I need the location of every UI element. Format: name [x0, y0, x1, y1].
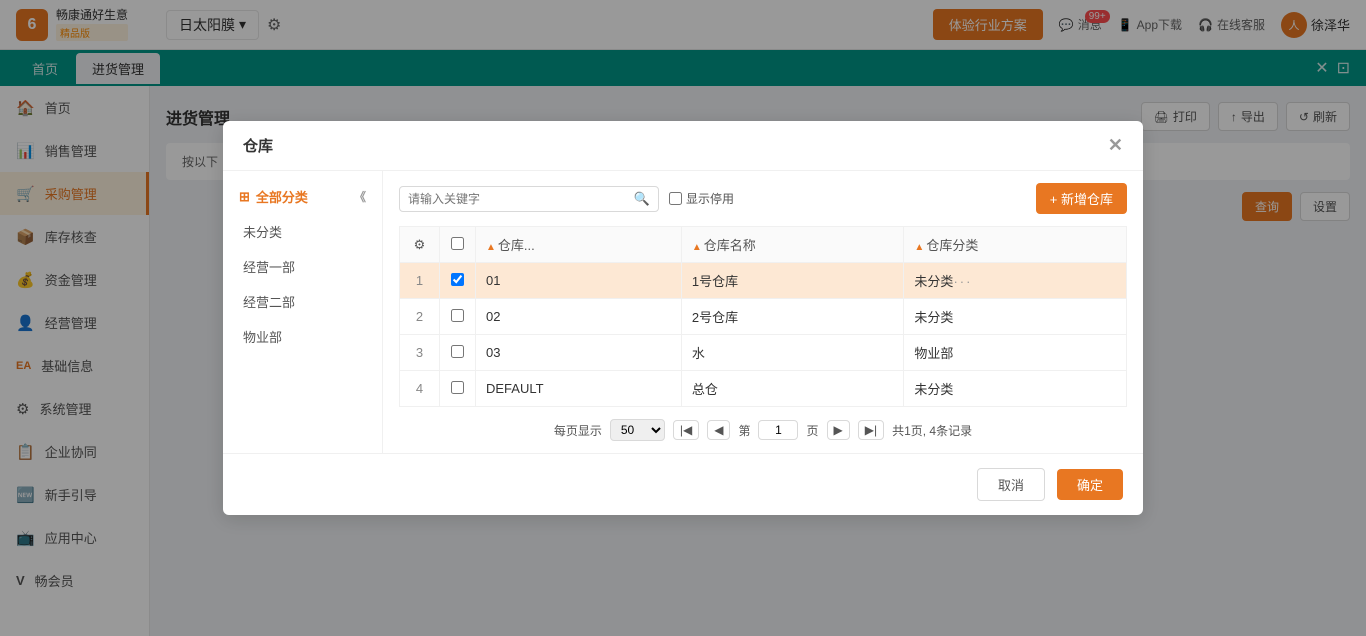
- page-label: 第: [738, 422, 750, 439]
- row-code: 03: [476, 335, 682, 371]
- cancel-button[interactable]: 取消: [977, 468, 1045, 501]
- cat-item-unclassified[interactable]: 未分类: [223, 214, 382, 249]
- modal-title: 仓库: [243, 135, 273, 156]
- th-code: ▲仓库...: [476, 227, 682, 263]
- row-checkbox-cell: [440, 335, 476, 371]
- search-input[interactable]: [408, 192, 634, 206]
- cat-item-dept2[interactable]: 经营二部: [223, 284, 382, 319]
- row-num: 1: [400, 263, 440, 299]
- modal-body: ⊞ 全部分类 《 未分类 经营一部 经营二部 物业部 🔍: [223, 171, 1143, 453]
- row-name: 2号仓库: [681, 299, 904, 335]
- search-input-wrap: 🔍: [399, 186, 659, 212]
- row-code: 02: [476, 299, 682, 335]
- table-row[interactable]: 3 03 水 物业部: [400, 335, 1127, 371]
- add-warehouse-button[interactable]: + 新增仓库: [1036, 183, 1127, 214]
- row-name: 总仓: [681, 371, 904, 407]
- row-checkbox[interactable]: [451, 273, 464, 286]
- row-checkbox-cell: [440, 299, 476, 335]
- row-num: 4: [400, 371, 440, 407]
- row-checkbox[interactable]: [451, 345, 464, 358]
- pagination-bar: 每页显示 50 100 200 |◀ ◀ 第 页 ▶ ▶| 共1页, 4条记录: [399, 419, 1127, 441]
- show-disabled-label: 显示停用: [686, 190, 734, 207]
- cat-item-property[interactable]: 物业部: [223, 319, 382, 354]
- th-name: ▲仓库名称: [681, 227, 904, 263]
- modal-overlay: 仓库 ✕ ⊞ 全部分类 《 未分类 经营一部 经营二部 物业部: [0, 0, 1366, 636]
- row-checkbox[interactable]: [451, 309, 464, 322]
- page-suffix: 页: [806, 422, 818, 439]
- per-page-label: 每页显示: [554, 422, 602, 439]
- total-label: 共1页, 4条记录: [892, 422, 972, 439]
- page-next-button[interactable]: ▶: [827, 420, 850, 440]
- page-number-input[interactable]: [758, 420, 798, 440]
- row-code: 01: [476, 263, 682, 299]
- modal-footer: 取消 确定: [223, 453, 1143, 515]
- table-panel: 🔍 显示停用 + 新增仓库 ⚙ ▲仓库...: [383, 171, 1143, 453]
- page-first-button[interactable]: |◀: [673, 420, 699, 440]
- warehouse-modal: 仓库 ✕ ⊞ 全部分类 《 未分类 经营一部 经营二部 物业部: [223, 121, 1143, 515]
- show-disabled-wrap: 显示停用: [669, 190, 734, 207]
- table-row[interactable]: 4 DEFAULT 总仓 未分类: [400, 371, 1127, 407]
- cat-item-dept1[interactable]: 经营一部: [223, 249, 382, 284]
- confirm-button[interactable]: 确定: [1057, 469, 1123, 500]
- per-page-select[interactable]: 50 100 200: [610, 419, 665, 441]
- row-category: 未分类: [904, 371, 1127, 407]
- table-toolbar: 🔍 显示停用 + 新增仓库: [399, 183, 1127, 214]
- row-checkbox-cell: [440, 371, 476, 407]
- row-code: DEFAULT: [476, 371, 682, 407]
- page-last-button[interactable]: ▶|: [858, 420, 884, 440]
- table-row[interactable]: 2 02 2号仓库 未分类: [400, 299, 1127, 335]
- row-num: 2: [400, 299, 440, 335]
- row-actions[interactable]: ···: [953, 274, 972, 289]
- table-row[interactable]: 1 01 1号仓库 未分类···: [400, 263, 1127, 299]
- row-name: 1号仓库: [681, 263, 904, 299]
- all-categories[interactable]: ⊞ 全部分类 《: [223, 179, 382, 214]
- th-gear: ⚙: [400, 227, 440, 263]
- all-cat-label: 全部分类: [256, 187, 308, 206]
- select-all-checkbox[interactable]: [451, 237, 464, 250]
- row-num: 3: [400, 335, 440, 371]
- row-category: 物业部: [904, 335, 1127, 371]
- warehouse-table: ⚙ ▲仓库... ▲仓库名称 ▲仓库分类 1 01 1号仓库 未分类··· 2 …: [399, 226, 1127, 407]
- all-cat-icon: ⊞: [239, 189, 250, 205]
- row-checkbox[interactable]: [451, 381, 464, 394]
- th-check: [440, 227, 476, 263]
- th-category: ▲仓库分类: [904, 227, 1127, 263]
- row-category: 未分类···: [904, 263, 1127, 299]
- modal-header: 仓库 ✕: [223, 121, 1143, 171]
- search-icon: 🔍: [634, 191, 650, 207]
- row-checkbox-cell: [440, 263, 476, 299]
- show-disabled-checkbox[interactable]: [669, 192, 682, 205]
- row-category: 未分类: [904, 299, 1127, 335]
- collapse-icon[interactable]: 《: [354, 188, 366, 205]
- modal-close-button[interactable]: ✕: [1108, 135, 1123, 156]
- category-panel: ⊞ 全部分类 《 未分类 经营一部 经营二部 物业部: [223, 171, 383, 453]
- page-prev-button[interactable]: ◀: [707, 420, 730, 440]
- row-name: 水: [681, 335, 904, 371]
